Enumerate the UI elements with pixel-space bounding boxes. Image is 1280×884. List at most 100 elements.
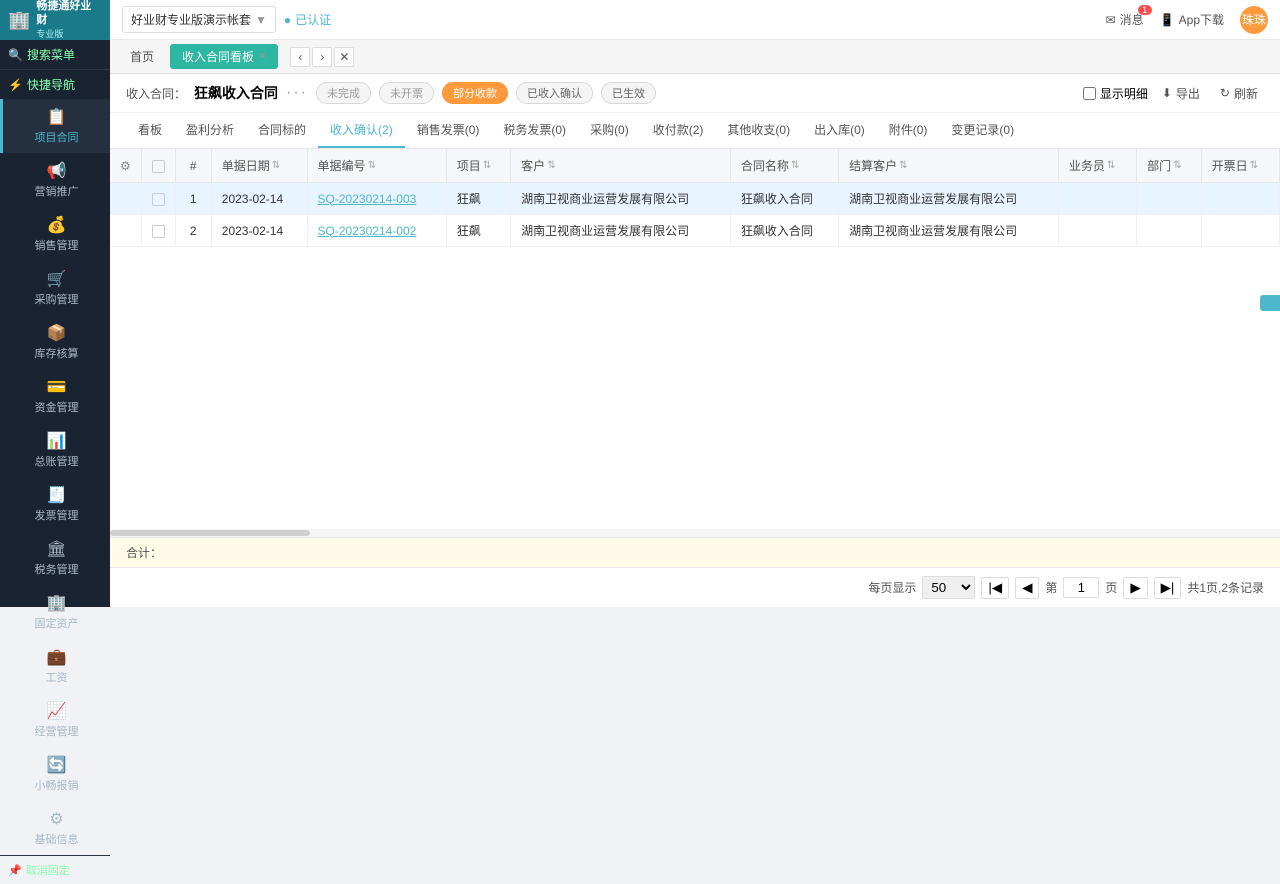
sidebar-bottom-pin[interactable]: 📌 取消固定 bbox=[0, 855, 110, 884]
sidebar-item-7[interactable]: 🧾发票管理 bbox=[0, 477, 110, 531]
first-page-btn[interactable]: |◀ bbox=[981, 577, 1009, 599]
status-uninvoiced[interactable]: 未开票 bbox=[379, 82, 434, 104]
col-date[interactable]: 单据日期⇅ bbox=[211, 149, 307, 183]
tab-next-btn[interactable]: › bbox=[312, 47, 332, 67]
column-settings-icon[interactable]: ⚙ bbox=[120, 159, 131, 173]
page-label-pre: 第 bbox=[1045, 579, 1057, 596]
certified-icon: ● bbox=[284, 13, 291, 27]
certified-label: 已认证 bbox=[295, 11, 331, 28]
sub-tab-9[interactable]: 出入库(0) bbox=[802, 113, 877, 148]
certified-badge: ● 已认证 bbox=[284, 11, 331, 28]
status-partial[interactable]: 部分收款 bbox=[442, 82, 508, 104]
contract-actions: 显示明细 ⬇ 导出 ↻ 刷新 bbox=[1083, 83, 1264, 104]
sub-tab-8[interactable]: 其他收支(0) bbox=[715, 113, 802, 148]
tab-close-icon[interactable]: ✕ bbox=[258, 51, 266, 62]
contract-more-btn[interactable]: ··· bbox=[286, 84, 308, 102]
row-checkbox-1[interactable] bbox=[152, 225, 165, 238]
sidebar-item-6[interactable]: 📊总账管理 bbox=[0, 423, 110, 477]
scrollbar-thumb[interactable] bbox=[110, 530, 310, 536]
sidebar-item-5[interactable]: 💳资金管理 bbox=[0, 369, 110, 423]
sub-tabs: 看板盈利分析合同标的收入确认(2)销售发票(0)税务发票(0)采购(0)收付款(… bbox=[110, 113, 1280, 149]
export-label: 导出 bbox=[1176, 85, 1200, 102]
sidebar-item-quicknav[interactable]: ⚡ 快捷导航 bbox=[0, 70, 110, 99]
sub-tab-5[interactable]: 税务发票(0) bbox=[491, 113, 578, 148]
display-detail-checkbox[interactable] bbox=[1083, 87, 1096, 100]
col-invoice-date[interactable]: 开票日⇅ bbox=[1201, 149, 1279, 183]
display-detail-checkbox-label[interactable]: 显示明细 bbox=[1083, 85, 1148, 102]
contract-title: 狂飙收入合同 bbox=[194, 83, 278, 103]
sidebar-item-1[interactable]: 📢营销推广 bbox=[0, 153, 110, 207]
company-name: 好业财专业版演示帐套 bbox=[131, 11, 251, 28]
sidebar-item-13[interactable]: ⚙基础信息 bbox=[0, 801, 110, 855]
content-area: 收入合同： 狂飙收入合同 ··· 未完成 未开票 部分收款 已收入确认 已生效 … bbox=[110, 74, 1280, 607]
tab-contract-board[interactable]: 收入合同看板 ✕ bbox=[170, 44, 278, 69]
sidebar-item-4[interactable]: 📦库存核算 bbox=[0, 315, 110, 369]
col-salesperson[interactable]: 业务员⇅ bbox=[1058, 149, 1136, 183]
col-order-no[interactable]: 单据编号⇅ bbox=[307, 149, 446, 183]
sidebar-quicknav-label: 快捷导航 bbox=[27, 76, 75, 93]
last-page-btn[interactable]: ▶| bbox=[1154, 577, 1182, 599]
per-page-select[interactable]: 50 20 100 bbox=[922, 576, 975, 599]
sidebar-item-11[interactable]: 📈经营管理 bbox=[0, 693, 110, 747]
tab-close-btn[interactable]: ✕ bbox=[334, 47, 354, 67]
sidebar-item-3[interactable]: 🛒采购管理 bbox=[0, 261, 110, 315]
sidebar-item-0[interactable]: 📋项目合同 bbox=[0, 99, 110, 153]
order-link-1[interactable]: SQ-20230214-002 bbox=[318, 224, 417, 238]
user-avatar[interactable]: 珠珠 bbox=[1240, 6, 1268, 34]
sub-tab-6[interactable]: 采购(0) bbox=[578, 113, 641, 148]
col-customer[interactable]: 客户⇅ bbox=[511, 149, 731, 183]
main-content: 好业财专业版演示帐套 ▼ ● 已认证 ✉ 1 消息 📱 App下载 珠珠 首页 bbox=[110, 0, 1280, 607]
prev-page-btn[interactable]: ◀ bbox=[1015, 577, 1039, 599]
sub-tab-11[interactable]: 变更记录(0) bbox=[939, 113, 1026, 148]
table-row[interactable]: 2 2023-02-14 SQ-20230214-002 狂飙 湖南卫视商业运营… bbox=[110, 215, 1280, 247]
sidebar-item-9[interactable]: 🏢固定资产 bbox=[0, 585, 110, 639]
tab-prev-btn[interactable]: ‹ bbox=[290, 47, 310, 67]
table-row[interactable]: 1 2023-02-14 SQ-20230214-003 狂飙 湖南卫视商业运营… bbox=[110, 183, 1280, 215]
col-project[interactable]: 项目⇅ bbox=[446, 149, 510, 183]
horizontal-scrollbar[interactable] bbox=[110, 529, 1280, 537]
tab-home[interactable]: 首页 bbox=[118, 42, 166, 71]
export-icon: ⬇ bbox=[1162, 86, 1172, 100]
sub-tab-3[interactable]: 收入确认(2) bbox=[318, 113, 405, 148]
col-settlement-customer[interactable]: 结算客户⇅ bbox=[839, 149, 1059, 183]
app-sub: 专业版 bbox=[36, 27, 102, 40]
page-number-input[interactable] bbox=[1063, 577, 1099, 598]
sub-tab-0[interactable]: 看板 bbox=[126, 113, 174, 148]
refresh-btn[interactable]: ↻ 刷新 bbox=[1214, 83, 1264, 104]
sidebar-search-label: 搜索菜单 bbox=[27, 46, 75, 63]
topbar-actions: ✉ 1 消息 📱 App下载 珠珠 bbox=[1106, 6, 1268, 34]
tab-nav-arrows: ‹ › ✕ bbox=[290, 47, 354, 67]
col-department[interactable]: 部门⇅ bbox=[1137, 149, 1201, 183]
refresh-label: 刷新 bbox=[1234, 85, 1258, 102]
col-contract-name[interactable]: 合同名称⇅ bbox=[730, 149, 838, 183]
select-all-checkbox[interactable] bbox=[152, 160, 165, 173]
sub-tab-4[interactable]: 销售发票(0) bbox=[405, 113, 492, 148]
tab-home-label: 首页 bbox=[130, 48, 154, 65]
sidebar-item-12[interactable]: 🔄小畅报销 bbox=[0, 747, 110, 801]
message-badge: 1 bbox=[1138, 5, 1152, 15]
search-icon: 🔍 bbox=[8, 48, 23, 62]
sidebar-item-search[interactable]: 🔍 搜索菜单 bbox=[0, 40, 110, 70]
message-action[interactable]: ✉ 1 消息 bbox=[1106, 11, 1144, 28]
row-checkbox-0[interactable] bbox=[152, 193, 165, 206]
sub-tab-10[interactable]: 附件(0) bbox=[877, 113, 940, 148]
sub-tab-7[interactable]: 收付款(2) bbox=[641, 113, 716, 148]
sidebar-item-2[interactable]: 💰销售管理 bbox=[0, 207, 110, 261]
right-edge-btn[interactable] bbox=[1260, 295, 1280, 311]
status-incomplete[interactable]: 未完成 bbox=[316, 82, 371, 104]
company-selector[interactable]: 好业财专业版演示帐套 ▼ bbox=[122, 6, 276, 33]
contract-prefix: 收入合同： bbox=[126, 85, 186, 102]
app-name: 畅捷通好业财 bbox=[36, 0, 102, 26]
order-link-0[interactable]: SQ-20230214-003 bbox=[318, 192, 417, 206]
sidebar: 🏢 畅捷通好业财 专业版 🔍 搜索菜单 ⚡ 快捷导航 📋项目合同📢营销推广💰销售… bbox=[0, 0, 110, 607]
next-page-btn[interactable]: ▶ bbox=[1123, 577, 1147, 599]
app-download-action[interactable]: 📱 App下载 bbox=[1160, 11, 1224, 28]
sidebar-item-10[interactable]: 💼工资 bbox=[0, 639, 110, 693]
sidebar-item-8[interactable]: 🏛税务管理 bbox=[0, 531, 110, 585]
export-btn[interactable]: ⬇ 导出 bbox=[1156, 83, 1206, 104]
sub-tab-1[interactable]: 盈利分析 bbox=[174, 113, 246, 148]
tab-contract-board-label: 收入合同看板 bbox=[182, 48, 254, 65]
sub-tab-2[interactable]: 合同标的 bbox=[246, 113, 318, 148]
status-confirmed[interactable]: 已收入确认 bbox=[516, 82, 593, 104]
status-effective[interactable]: 已生效 bbox=[601, 82, 656, 104]
